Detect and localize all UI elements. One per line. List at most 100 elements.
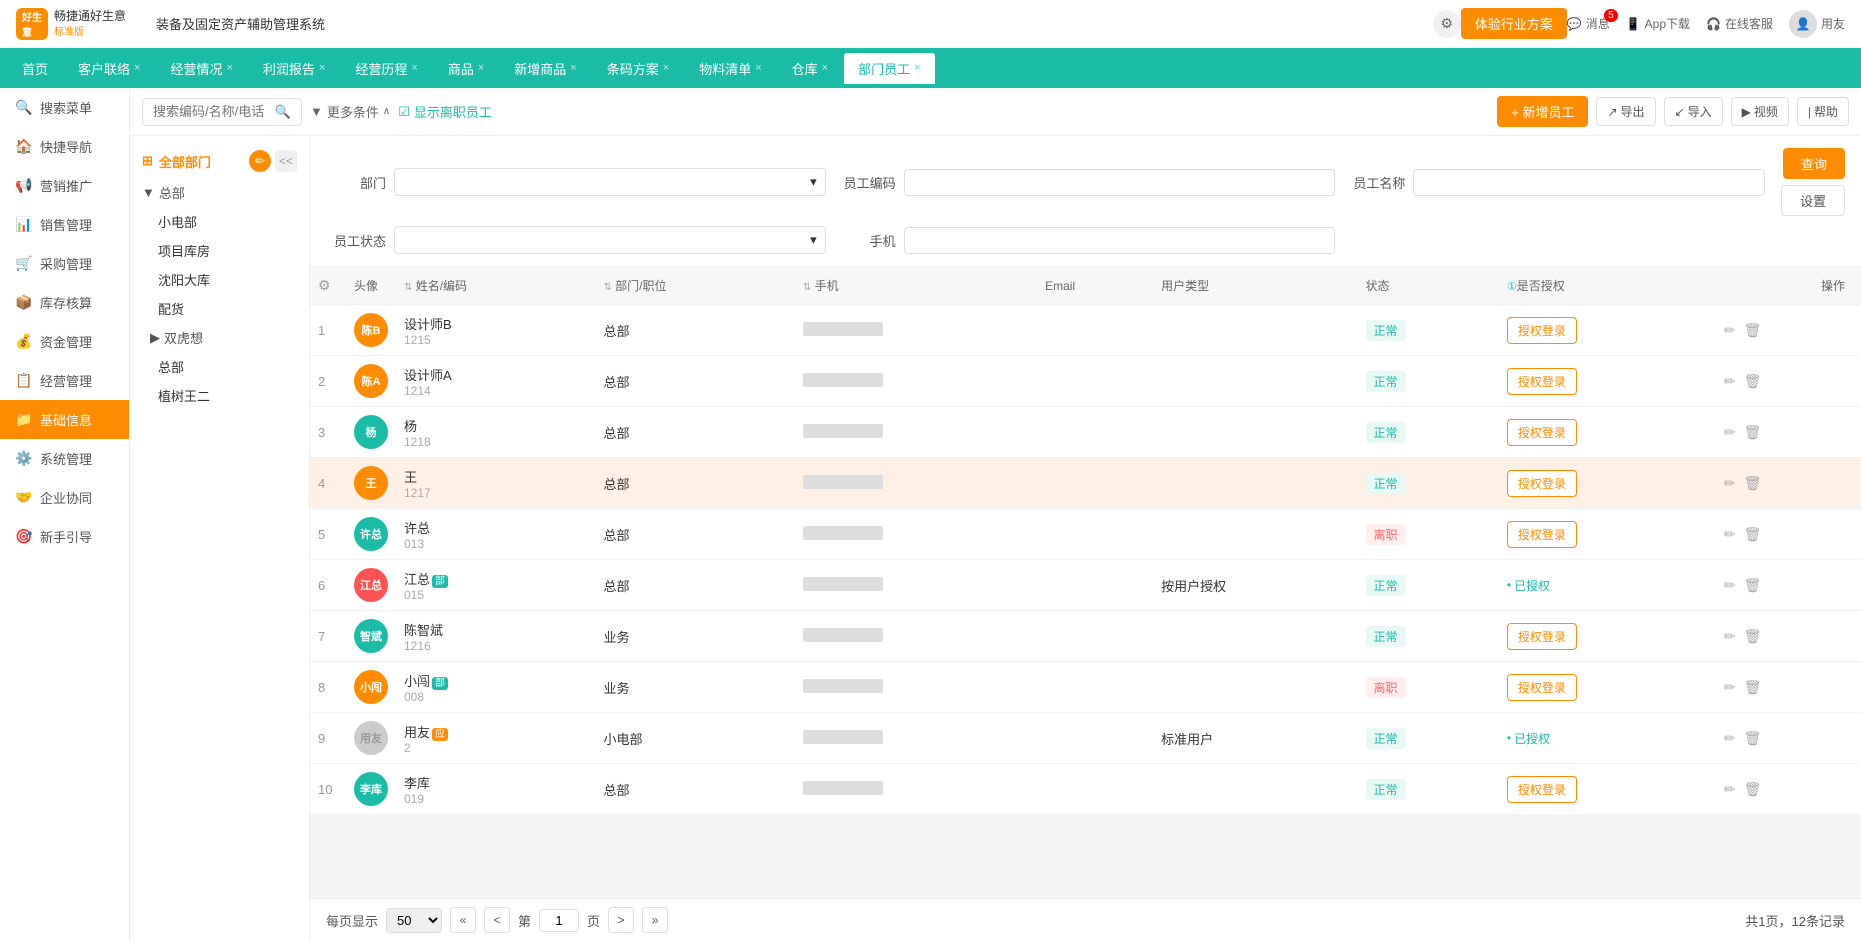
tab-dept-employee[interactable]: 部门员工 × [844,53,934,84]
auth-login-btn[interactable]: 授权登录 [1507,521,1577,548]
auth-login-btn[interactable]: 授权登录 [1507,623,1577,650]
tab-process[interactable]: 经营历程 × [341,53,431,84]
edit-icon[interactable]: ✏ [1724,424,1736,441]
next-page-btn[interactable]: > [608,907,634,933]
close-icon[interactable]: × [914,62,920,74]
more-filter-btn[interactable]: ▼ 更多条件 ∧ [310,102,390,121]
dept-select[interactable]: ▾ [394,168,826,196]
edit-icon[interactable]: ✏ [1724,475,1736,492]
tab-customer[interactable]: 客户联络 × [64,53,154,84]
search-button[interactable]: 查询 [1783,148,1845,179]
gear-icon[interactable]: ⚙ [1433,10,1461,38]
import-button[interactable]: ↙ 导入 [1664,97,1723,126]
dept-edit-icon[interactable]: ✏ [249,150,271,172]
close-icon[interactable]: × [319,62,325,74]
sidebar-item-sales[interactable]: 📊 销售管理 [0,205,129,244]
tab-add-product[interactable]: 新增商品 × [500,53,590,84]
emp-status-select[interactable]: ▾ [394,226,826,254]
sidebar-item-guide[interactable]: 🎯 新手引导 [0,517,129,556]
tab-home[interactable]: 首页 [8,53,62,84]
collapse-panel-btn[interactable]: << [275,150,297,172]
show-resigned-toggle[interactable]: ☑ 显示离职员工 [398,102,492,121]
delete-icon[interactable]: 🗑 [1744,781,1762,798]
emp-name-input[interactable] [1413,169,1765,196]
tree-node-shenyang[interactable]: 沈阳大库 [130,265,309,294]
close-icon[interactable]: × [478,62,484,74]
user-area[interactable]: 👤 用友 [1789,10,1845,38]
tree-node-peihuo[interactable]: 配货 [130,294,309,323]
view-button[interactable]: ▶ 视频 [1731,97,1789,126]
sort-icon[interactable]: ⇅ [803,282,811,293]
auth-login-btn[interactable]: 授权登录 [1507,674,1577,701]
sidebar-item-inventory[interactable]: 📦 库存核算 [0,283,129,322]
edit-icon[interactable]: ✏ [1724,781,1736,798]
delete-icon[interactable]: 🗑 [1744,577,1762,594]
sidebar-item-finance[interactable]: 💰 资金管理 [0,322,129,361]
delete-icon[interactable]: 🗑 [1744,424,1762,441]
search-input[interactable] [153,104,271,119]
delete-icon[interactable]: 🗑 [1744,628,1762,645]
sidebar-item-marketing[interactable]: 📢 营销推广 [0,166,129,205]
sidebar-item-purchase[interactable]: 🛒 采购管理 [0,244,129,283]
message-icon-area[interactable]: 💬 消息 5 [1567,15,1610,32]
tree-node-zongbu-parent[interactable]: ▼ 总部 [130,178,309,207]
sidebar-item-management[interactable]: 📋 经营管理 [0,361,129,400]
sidebar-item-system[interactable]: ⚙️ 系统管理 [0,439,129,478]
tree-node-xiaodianbu[interactable]: 小电部 [130,207,309,236]
search-icon-btn[interactable]: 🔍 [275,104,291,120]
tab-operations[interactable]: 经营情况 × [156,53,246,84]
all-dept-btn[interactable]: ⊞ 全部部门 [142,152,211,171]
close-icon[interactable]: × [226,62,232,74]
close-icon[interactable]: × [755,62,761,74]
tab-warehouse[interactable]: 仓库 × [778,53,842,84]
tab-bom[interactable]: 物料清单 × [685,53,775,84]
page-number-input[interactable] [539,909,579,932]
delete-icon[interactable]: 🗑 [1744,373,1762,390]
edit-icon[interactable]: ✏ [1724,322,1736,339]
auth-login-btn[interactable]: 授权登录 [1507,776,1577,803]
auth-login-btn[interactable]: 授权登录 [1507,368,1577,395]
auth-login-btn[interactable]: 授权登录 [1507,470,1577,497]
help-button[interactable]: | 帮助 [1797,97,1849,126]
edit-icon[interactable]: ✏ [1724,730,1736,747]
auth-login-btn[interactable]: 授权登录 [1507,419,1577,446]
edit-icon[interactable]: ✏ [1724,526,1736,543]
edit-icon[interactable]: ✏ [1724,577,1736,594]
last-page-btn[interactable]: » [642,907,668,933]
service-area[interactable]: 🎧 在线客服 [1706,15,1773,32]
sidebar-item-basic[interactable]: 📁 基础信息 [0,400,129,439]
sidebar-item-nav[interactable]: 🏠 快捷导航 [0,127,129,166]
close-icon[interactable]: × [822,62,828,74]
sort-icon[interactable]: ⇅ [603,282,611,293]
close-icon[interactable]: × [411,62,417,74]
delete-icon[interactable]: 🗑 [1744,730,1762,747]
close-icon[interactable]: × [570,62,576,74]
sidebar-item-search[interactable]: 🔍 搜索菜单 [0,88,129,127]
edit-icon[interactable]: ✏ [1724,628,1736,645]
tab-products[interactable]: 商品 × [434,53,498,84]
app-download-area[interactable]: 📱 App下载 [1626,15,1690,32]
first-page-btn[interactable]: « [450,907,476,933]
tree-node-shuanghu[interactable]: ▶ 双虎想 [130,323,309,352]
close-icon[interactable]: × [663,62,669,74]
delete-icon[interactable]: 🗑 [1744,679,1762,696]
phone-input[interactable] [904,227,1336,254]
trial-button[interactable]: 体验行业方案 [1461,8,1567,39]
sort-icon[interactable]: ⇅ [404,282,412,293]
add-employee-button[interactable]: + 新增员工 [1497,96,1588,127]
set-button[interactable]: 设置 [1781,185,1845,216]
export-button[interactable]: ↗ 导出 [1596,97,1655,126]
settings-icon[interactable]: ⚙ [318,277,331,293]
edit-icon[interactable]: ✏ [1724,373,1736,390]
delete-icon[interactable]: 🗑 [1744,322,1762,339]
close-icon[interactable]: × [134,62,140,74]
tree-node-zhishu[interactable]: 植树王二 [130,381,309,410]
tree-node-zongbu-child[interactable]: 总部 [130,352,309,381]
per-page-select[interactable]: 50 20 100 [386,908,442,933]
auth-login-btn[interactable]: 授权登录 [1507,317,1577,344]
delete-icon[interactable]: 🗑 [1744,475,1762,492]
tree-node-xiangmu[interactable]: 项目库房 [130,236,309,265]
delete-icon[interactable]: 🗑 [1744,526,1762,543]
tab-profit[interactable]: 利润报告 × [249,53,339,84]
sidebar-item-collab[interactable]: 🤝 企业协同 [0,478,129,517]
